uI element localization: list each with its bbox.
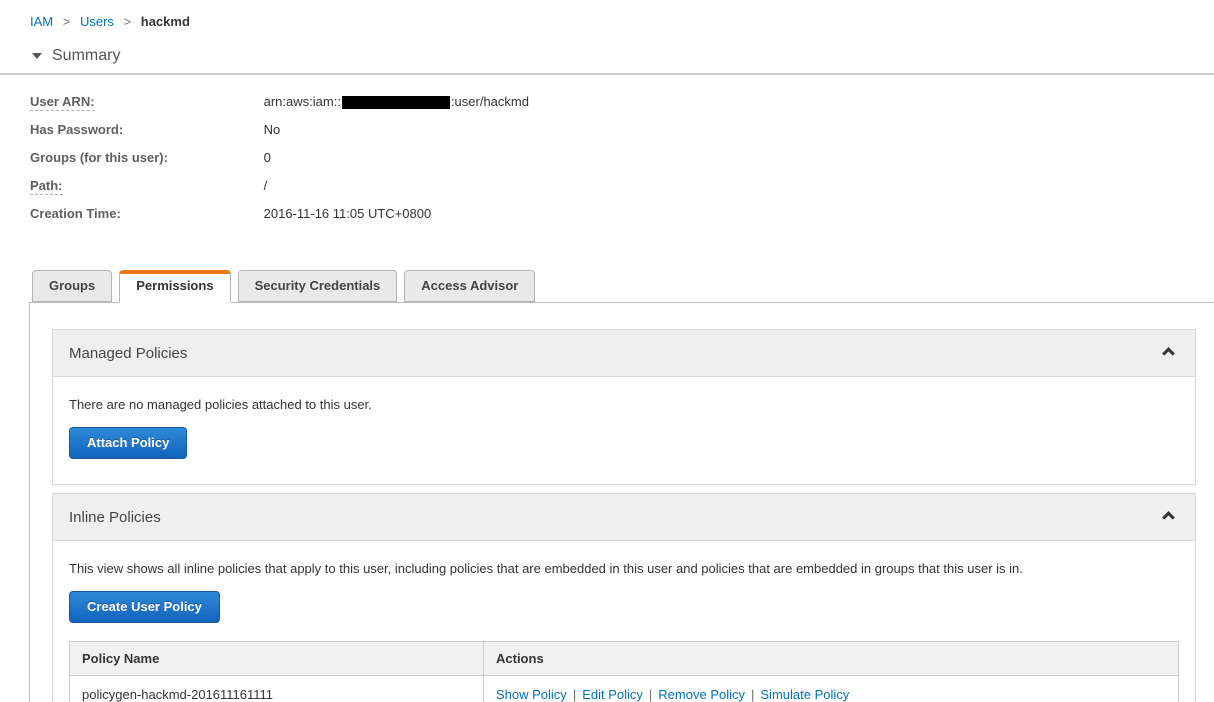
field-label-path: Path:	[30, 172, 260, 200]
summary-row-groups: Groups (for this user): 0	[30, 144, 1214, 172]
inline-policies-description: This view shows all inline policies that…	[69, 561, 1023, 576]
summary-row-creation-time: Creation Time: 2016-11-16 11:05 UTC+0800	[30, 200, 1214, 228]
breadcrumb: IAM > Users > hackmd	[0, 0, 1214, 29]
field-label-has-password: Has Password:	[30, 122, 124, 137]
tab-access-advisor[interactable]: Access Advisor	[404, 270, 536, 302]
summary-row-path: Path: /	[30, 172, 1214, 200]
collapse-inline-policies-button[interactable]	[1158, 505, 1179, 529]
attach-policy-button[interactable]: Attach Policy	[69, 427, 188, 459]
field-value-creation-time: 2016-11-16 11:05 UTC+0800	[263, 206, 432, 221]
breadcrumb-link-iam[interactable]: IAM	[30, 14, 53, 29]
inline-policies-table: Policy Name Actions policygen-hackmd-201…	[69, 641, 1179, 702]
breadcrumb-separator: >	[62, 14, 71, 29]
collapse-managed-policies-button[interactable]	[1158, 341, 1179, 365]
tab-permissions[interactable]: Permissions	[119, 270, 231, 303]
inline-policies-panel: Inline Policies This view shows all inli…	[52, 493, 1196, 702]
field-label-text: Path:	[30, 178, 63, 195]
redacted-account-id	[341, 96, 450, 110]
summary-fields: User ARN: arn:aws:iam:::user/hackmd Has …	[30, 88, 1214, 228]
field-value-path: /	[263, 178, 268, 193]
managed-policies-body: There are no managed policies attached t…	[53, 377, 1195, 484]
field-label-groups: Groups (for this user):	[30, 150, 168, 165]
action-separator: |	[572, 687, 577, 702]
field-label-creation-time: Creation Time:	[30, 206, 121, 221]
arn-suffix: :user/hackmd	[450, 94, 529, 109]
breadcrumb-link-users[interactable]: Users	[80, 14, 114, 29]
action-separator: |	[648, 687, 653, 702]
policy-actions-cell: Show Policy | Edit Policy | Remove Policy | Si…	[483, 675, 1179, 702]
show-policy-link[interactable]: Show Policy	[496, 687, 567, 702]
table-header-row: Policy Name Actions	[69, 641, 1179, 676]
chevron-up-icon	[1162, 347, 1175, 360]
inline-policies-body: This view shows all inline policies that…	[53, 541, 1195, 702]
summary-divider	[0, 73, 1214, 75]
tab-groups[interactable]: Groups	[32, 270, 113, 302]
summary-row-user-arn: User ARN: arn:aws:iam:::user/hackmd	[30, 88, 1214, 116]
summary-toggle[interactable]: Summary	[32, 47, 1214, 65]
field-value-has-password: No	[263, 122, 281, 137]
managed-policies-header[interactable]: Managed Policies	[53, 330, 1195, 377]
policy-name-cell: policygen-hackmd-201611161111	[69, 675, 484, 702]
breadcrumb-current-user: hackmd	[140, 14, 190, 29]
summary-title: Summary	[52, 47, 121, 64]
managed-policies-title: Managed Policies	[69, 344, 188, 362]
arn-prefix: arn:aws:iam::	[263, 94, 341, 109]
field-label-user-arn: User ARN:	[30, 88, 260, 116]
managed-policies-panel: Managed Policies There are no managed po…	[52, 329, 1196, 485]
field-value-groups: 0	[263, 150, 271, 165]
remove-policy-link[interactable]: Remove Policy	[658, 687, 745, 702]
permissions-tab-content: Managed Policies There are no managed po…	[29, 302, 1214, 702]
triangle-down-icon	[32, 53, 42, 59]
column-header-policy-name: Policy Name	[69, 641, 484, 676]
chevron-up-icon	[1162, 511, 1175, 524]
field-value-user-arn: arn:aws:iam:::user/hackmd	[263, 94, 529, 110]
simulate-policy-link[interactable]: Simulate Policy	[760, 687, 849, 702]
inline-policies-title: Inline Policies	[69, 508, 161, 526]
managed-policies-empty-message: There are no managed policies attached t…	[69, 397, 372, 412]
tab-bar: Groups Permissions Security Credentials …	[32, 270, 1214, 303]
summary-row-has-password: Has Password: No	[30, 116, 1214, 144]
inline-policies-header[interactable]: Inline Policies	[53, 494, 1195, 541]
edit-policy-link[interactable]: Edit Policy	[582, 687, 643, 702]
column-header-actions: Actions	[483, 641, 1179, 676]
breadcrumb-separator: >	[123, 14, 132, 29]
create-user-policy-button[interactable]: Create User Policy	[69, 591, 220, 623]
action-separator: |	[751, 687, 755, 702]
field-label-text: User ARN:	[30, 94, 95, 111]
tab-security-credentials[interactable]: Security Credentials	[237, 270, 398, 302]
table-row: policygen-hackmd-201611161111 Show Polic…	[69, 675, 1179, 702]
